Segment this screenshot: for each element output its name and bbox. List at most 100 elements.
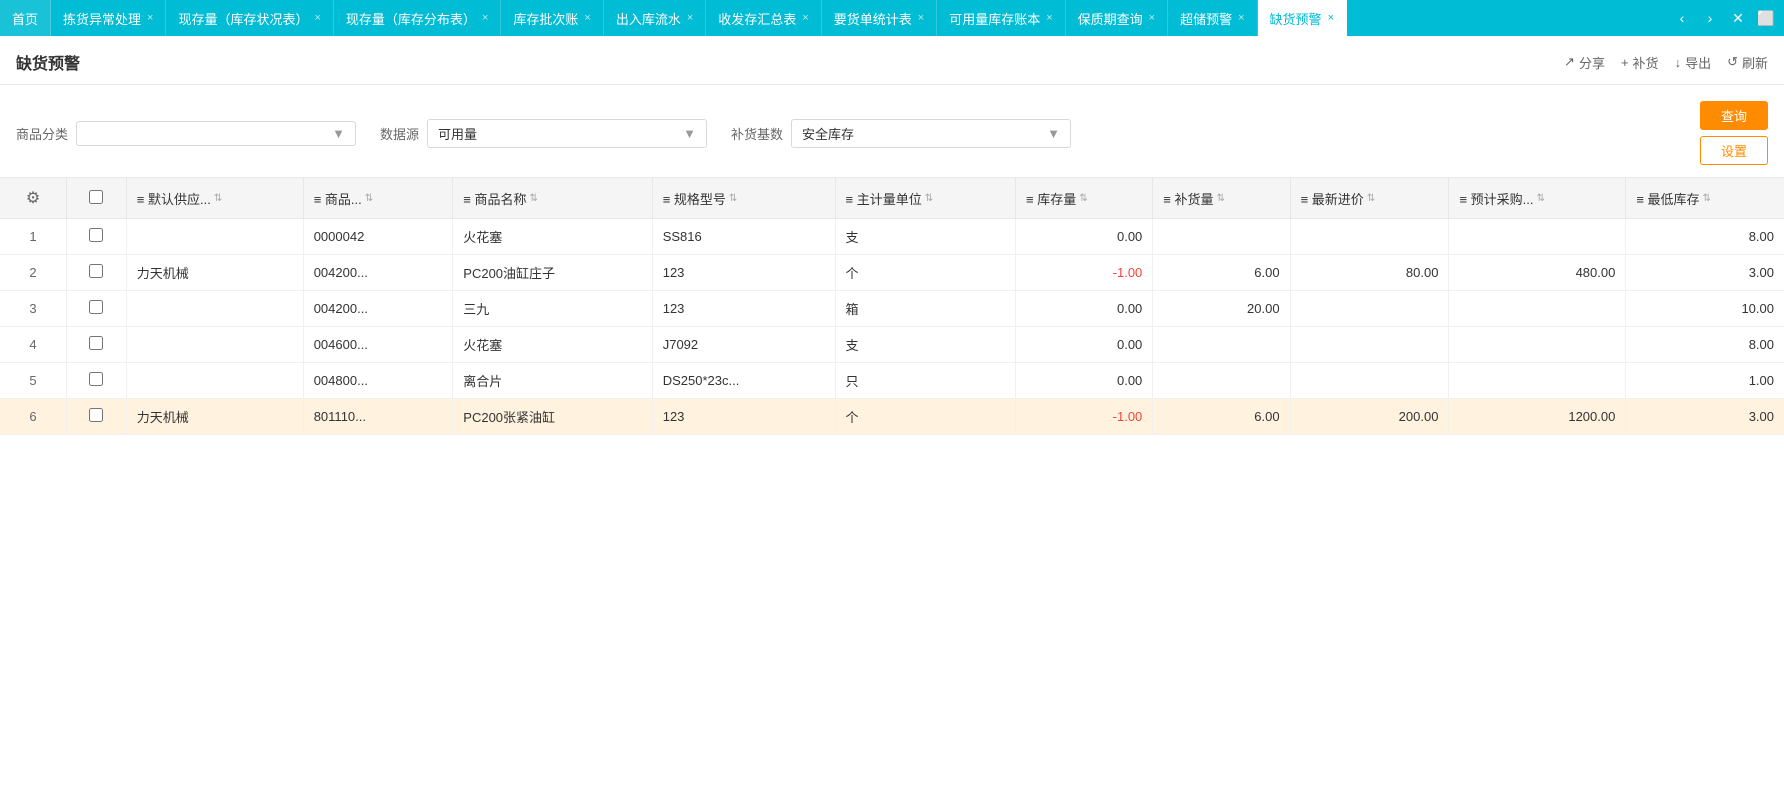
th-unit[interactable]: ≡ 主计量单位 ⇅ bbox=[835, 178, 1015, 219]
share-button[interactable]: ↗ 分享 bbox=[1564, 53, 1605, 72]
tab-batch[interactable]: 库存批次账 × bbox=[501, 0, 603, 36]
tab-exception-label: 拣货异常处理 bbox=[63, 9, 141, 28]
tab-overstock-label: 超储预警 bbox=[1180, 9, 1232, 28]
tab-inventory-dist[interactable]: 现存量（库存分布表） × bbox=[334, 0, 501, 36]
tab-inout-flow[interactable]: 出入库流水 × bbox=[604, 0, 706, 36]
tab-available-ledger-close[interactable]: × bbox=[1046, 12, 1052, 24]
tab-overstock[interactable]: 超储预警 × bbox=[1168, 0, 1257, 36]
row-check-6[interactable] bbox=[66, 399, 126, 435]
nav-maximize-button[interactable]: ⬜ bbox=[1752, 4, 1780, 32]
refresh-label: 刷新 bbox=[1742, 53, 1768, 72]
th-gear: ⚙ bbox=[0, 178, 66, 219]
export-icon: ↓ bbox=[1675, 55, 1682, 70]
tab-expiry[interactable]: 保质期查询 × bbox=[1066, 0, 1168, 36]
th-min-stock[interactable]: ≡ 最低库存 ⇅ bbox=[1626, 178, 1784, 219]
th-check bbox=[66, 178, 126, 219]
tab-available-ledger[interactable]: 可用量库存账本 × bbox=[937, 0, 1065, 36]
row-checkbox-1[interactable] bbox=[89, 228, 103, 242]
tab-inventory-dist-close[interactable]: × bbox=[482, 12, 488, 24]
row-spec-1: SS816 bbox=[652, 219, 835, 255]
query-button[interactable]: 查询 bbox=[1700, 101, 1768, 130]
row-price-6: 200.00 bbox=[1290, 399, 1449, 435]
th-price[interactable]: ≡ 最新进价 ⇅ bbox=[1290, 178, 1449, 219]
tab-demand-stats-label: 要货单统计表 bbox=[834, 9, 912, 28]
row-forecast-3 bbox=[1449, 291, 1626, 327]
tab-inout-flow-close[interactable]: × bbox=[687, 12, 693, 24]
th-min-stock-label: ≡ 最低库存 bbox=[1636, 189, 1699, 208]
row-supplier-3 bbox=[126, 291, 303, 327]
row-unit-4: 支 bbox=[835, 327, 1015, 363]
th-spec[interactable]: ≡ 规格型号 ⇅ bbox=[652, 178, 835, 219]
tab-home[interactable]: 首页 bbox=[0, 0, 51, 36]
th-stock[interactable]: ≡ 库存量 ⇅ bbox=[1016, 178, 1153, 219]
row-check-2[interactable] bbox=[66, 255, 126, 291]
tab-shortage[interactable]: 缺货预警 × bbox=[1258, 0, 1347, 36]
tab-demand-stats[interactable]: 要货单统计表 × bbox=[822, 0, 937, 36]
table-row: 5 004800... 离合片 DS250*23c... 只 0.00 1.00 bbox=[0, 363, 1784, 399]
th-price-label: ≡ 最新进价 bbox=[1301, 189, 1364, 208]
datasource-select[interactable]: 可用量 ▼ bbox=[427, 119, 707, 148]
row-check-1[interactable] bbox=[66, 219, 126, 255]
tab-batch-close[interactable]: × bbox=[584, 12, 590, 24]
tab-expiry-label: 保质期查询 bbox=[1078, 9, 1143, 28]
th-unit-label: ≡ 主计量单位 bbox=[846, 189, 922, 208]
row-num-3: 3 bbox=[0, 291, 66, 327]
replenish-button[interactable]: + 补货 bbox=[1621, 53, 1659, 72]
export-button[interactable]: ↓ 导出 bbox=[1675, 53, 1712, 72]
tab-exception[interactable]: 拣货异常处理 × bbox=[51, 0, 166, 36]
refresh-icon: ↺ bbox=[1727, 54, 1738, 70]
row-code-5: 004800... bbox=[303, 363, 453, 399]
row-min-stock-6: 3.00 bbox=[1626, 399, 1784, 435]
tab-inventory-status[interactable]: 现存量（库存状况表） × bbox=[166, 0, 333, 36]
replenish-base-select[interactable]: 安全库存 ▼ bbox=[791, 119, 1071, 148]
th-name[interactable]: ≡ 商品名称 ⇅ bbox=[453, 178, 652, 219]
row-checkbox-6[interactable] bbox=[89, 408, 103, 422]
th-name-sort-icon: ⇅ bbox=[529, 193, 537, 204]
row-price-1 bbox=[1290, 219, 1449, 255]
row-checkbox-3[interactable] bbox=[89, 300, 103, 314]
row-check-5[interactable] bbox=[66, 363, 126, 399]
nav-prev-button[interactable]: ‹ bbox=[1668, 4, 1696, 32]
replenish-base-label: 补货基数 bbox=[731, 124, 783, 143]
table-header: ⚙ ≡ 默认供应... ⇅ ≡ 商品... ⇅ bbox=[0, 178, 1784, 219]
nav-close-button[interactable]: ✕ bbox=[1724, 4, 1752, 32]
row-unit-3: 箱 bbox=[835, 291, 1015, 327]
row-checkbox-5[interactable] bbox=[89, 372, 103, 386]
row-supplier-5 bbox=[126, 363, 303, 399]
row-min-stock-1: 8.00 bbox=[1626, 219, 1784, 255]
row-price-5 bbox=[1290, 363, 1449, 399]
th-forecast[interactable]: ≡ 预计采购... ⇅ bbox=[1449, 178, 1626, 219]
table-body: 1 0000042 火花塞 SS816 支 0.00 8.00 2 力天机械 0… bbox=[0, 219, 1784, 435]
th-supplier[interactable]: ≡ 默认供应... ⇅ bbox=[126, 178, 303, 219]
settings-button[interactable]: 设置 bbox=[1700, 136, 1768, 165]
filter-area: 商品分类 ▼ 数据源 可用量 ▼ 补货基数 安全库存 ▼ 查询 设置 bbox=[0, 85, 1784, 178]
row-code-3: 004200... bbox=[303, 291, 453, 327]
th-code[interactable]: ≡ 商品... ⇅ bbox=[303, 178, 453, 219]
tab-overstock-close[interactable]: × bbox=[1238, 12, 1244, 24]
gear-settings-icon[interactable]: ⚙ bbox=[10, 188, 56, 208]
category-select[interactable]: ▼ bbox=[76, 121, 356, 146]
th-stock-label: ≡ 库存量 bbox=[1026, 189, 1076, 208]
tab-inventory-status-close[interactable]: × bbox=[314, 12, 320, 24]
select-all-checkbox[interactable] bbox=[89, 190, 103, 204]
row-check-3[interactable] bbox=[66, 291, 126, 327]
row-check-4[interactable] bbox=[66, 327, 126, 363]
tab-expiry-close[interactable]: × bbox=[1149, 12, 1155, 24]
refresh-button[interactable]: ↺ 刷新 bbox=[1727, 53, 1768, 72]
th-code-sort-icon: ⇅ bbox=[365, 193, 373, 204]
row-checkbox-2[interactable] bbox=[89, 264, 103, 278]
tab-demand-stats-close[interactable]: × bbox=[918, 12, 924, 24]
row-checkbox-4[interactable] bbox=[89, 336, 103, 350]
row-stock-3: 0.00 bbox=[1016, 291, 1153, 327]
th-replenish[interactable]: ≡ 补货量 ⇅ bbox=[1153, 178, 1290, 219]
tab-shortage-label: 缺货预警 bbox=[1270, 9, 1322, 28]
tab-receive-summary-close[interactable]: × bbox=[802, 12, 808, 24]
nav-next-button[interactable]: › bbox=[1696, 4, 1724, 32]
row-unit-5: 只 bbox=[835, 363, 1015, 399]
nav-tabs: 首页 拣货异常处理 × 现存量（库存状况表） × 现存量（库存分布表） × 库存… bbox=[0, 0, 1784, 36]
tab-exception-close[interactable]: × bbox=[147, 12, 153, 24]
tab-shortage-close[interactable]: × bbox=[1328, 12, 1334, 24]
tab-receive-summary[interactable]: 收发存汇总表 × bbox=[706, 0, 821, 36]
export-label: 导出 bbox=[1685, 53, 1711, 72]
replenish-base-value: 安全库存 bbox=[802, 124, 854, 143]
